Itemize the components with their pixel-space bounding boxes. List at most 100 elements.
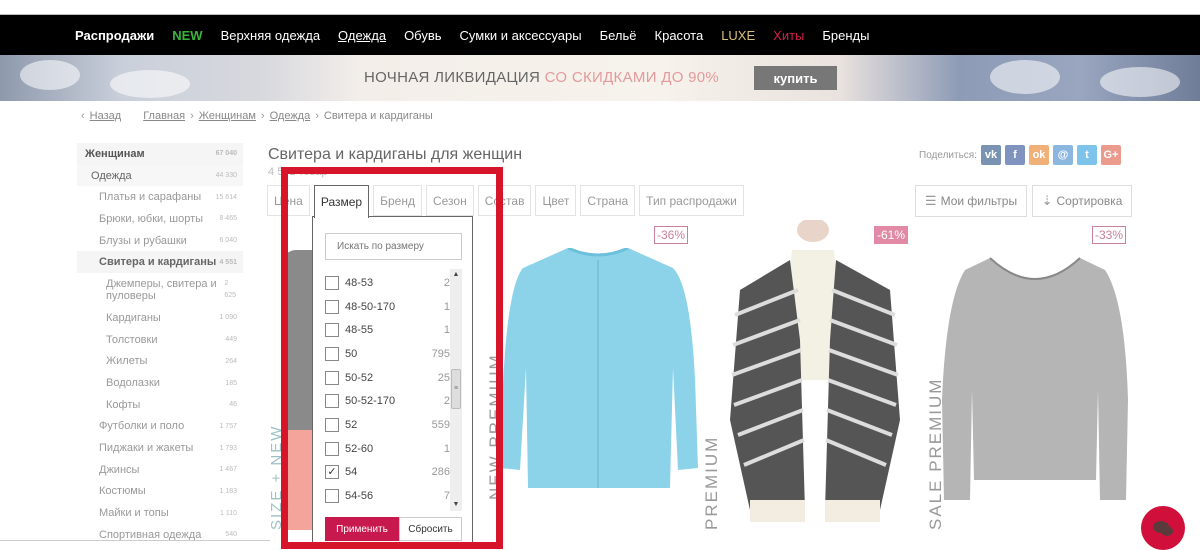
nav-item[interactable]: Бельё (600, 28, 637, 43)
sidebar-item-label: Кофты (106, 398, 141, 411)
apply-button[interactable]: Применить (325, 517, 399, 541)
product-card[interactable]: -33% SALE PREMIUM (920, 220, 1140, 540)
filter-tab[interactable]: Состав (477, 185, 532, 216)
sidebar-item[interactable]: Водолазки 185 (77, 372, 243, 394)
size-count: 1 (443, 324, 450, 337)
sidebar-item-label: Одежда (91, 169, 132, 182)
product-card[interactable]: -36% NEW PREMIUM (478, 220, 708, 540)
my-filters-button[interactable]: ☰ Мои фильтры (915, 185, 1027, 217)
product-label: SALE PREMIUM (926, 377, 945, 530)
nav-item[interactable]: Красота (655, 28, 704, 43)
reset-button[interactable]: Сбросить (399, 517, 462, 541)
sidebar-item[interactable]: Жилеты 264 (77, 351, 243, 373)
filter-tab[interactable]: Цвет (535, 185, 577, 216)
filter-tab[interactable]: Сезон (425, 185, 474, 216)
sidebar-item[interactable]: Майки и топы 1 110 (77, 502, 243, 524)
size-option[interactable]: 50 795 (325, 342, 450, 366)
nav-item[interactable]: Сумки и аксессуары (460, 28, 582, 43)
nav-item[interactable]: Распродажи (75, 28, 154, 43)
product-card[interactable]: -61% PREMIUM (700, 220, 920, 540)
sidebar-item[interactable]: Пиджаки и жакеты 1 793 (77, 437, 243, 459)
scroll-down-arrow-icon[interactable]: ▼ (450, 499, 462, 511)
filter-tab[interactable]: Страна (580, 185, 636, 216)
nav-item[interactable]: Бренды (822, 28, 869, 43)
odnoklassniki-icon[interactable]: ok (1029, 145, 1049, 165)
sidebar-item[interactable]: Брюки, юбки, шорты 8 465 (77, 208, 243, 230)
size-checkbox[interactable]: ✓ (325, 465, 339, 480)
nav-item[interactable]: LUXE (721, 28, 755, 43)
sort-button[interactable]: ⇣ Сортировка (1032, 185, 1132, 217)
my-filters-label: Мои фильтры (940, 194, 1018, 208)
buy-button[interactable]: купить (754, 66, 837, 90)
nav-item[interactable]: NEW (172, 28, 202, 43)
scroll-up-arrow-icon[interactable]: ▲ (450, 269, 462, 281)
sidebar-item-count: 44 330 (215, 172, 237, 180)
size-list-scrollbar[interactable]: ▲ ≡ ▼ (450, 269, 462, 511)
divider (0, 540, 270, 541)
twitter-icon[interactable]: t (1077, 145, 1097, 165)
back-link[interactable]: Назад (90, 110, 122, 122)
filter-tab[interactable]: Бренд (373, 185, 422, 216)
size-option[interactable]: 48-53 2 (325, 271, 450, 295)
filter-tab[interactable]: Тип распродажи (639, 185, 744, 216)
promo-banner[interactable]: НОЧНАЯ ЛИКВИДАЦИЯ СО СКИДКАМИ ДО 90% куп… (0, 55, 1200, 101)
sidebar-item[interactable]: Платья и сарафаны 15 614 (77, 186, 243, 208)
sidebar-item[interactable]: Джинсы 1 467 (77, 459, 243, 481)
sidebar-item[interactable]: Кофты 46 (77, 394, 243, 416)
size-checkbox[interactable] (325, 417, 339, 432)
sidebar-item[interactable]: Кардиганы 1 090 (77, 307, 243, 329)
size-option[interactable]: 52 559 (325, 413, 450, 437)
size-value: 52 (345, 418, 358, 431)
filter-tabs: Цена Размер Бренд Сезон Состав Цвет Страна Тип … (267, 185, 748, 218)
size-checkbox[interactable] (325, 346, 339, 361)
sidebar-item-label: Брюки, юбки, шорты (99, 212, 204, 225)
sidebar-item[interactable]: Костюмы 1 183 (77, 481, 243, 503)
size-option[interactable]: 50-52 25 (325, 366, 450, 390)
sidebar-item[interactable]: Блузы и рубашки 6 040 (77, 230, 243, 252)
breadcrumb-separator-icon: › (260, 110, 265, 122)
breadcrumb-clothing[interactable]: Одежда (270, 110, 311, 122)
scroll-thumb[interactable]: ≡ (451, 369, 461, 409)
sidebar-item-label: Водолазки (106, 377, 160, 390)
sidebar-item[interactable]: Толстовки 449 (77, 329, 243, 351)
moimir-icon[interactable]: @ (1053, 145, 1073, 165)
sidebar-item[interactable]: Футболки и поло 1 757 (77, 416, 243, 438)
size-option[interactable]: 48-50-170 1 (325, 295, 450, 319)
vk-icon[interactable]: vk (981, 145, 1001, 165)
size-checkbox[interactable] (325, 275, 339, 290)
size-option[interactable]: 54-56 7 (325, 484, 450, 508)
size-checkbox[interactable] (325, 441, 339, 456)
filter-tab[interactable]: Размер (313, 185, 370, 218)
nav-item[interactable]: Одежда (338, 28, 386, 43)
size-checkbox[interactable] (325, 370, 339, 385)
size-option[interactable]: 50-52-170 2 (325, 389, 450, 413)
breadcrumb-home[interactable]: Главная (143, 110, 185, 122)
facebook-icon[interactable]: f (1005, 145, 1025, 165)
sidebar-item[interactable]: Свитера и кардиганы 4 551 (77, 251, 243, 274)
size-option[interactable]: 48-55 1 (325, 318, 450, 342)
sidebar-item[interactable]: Спортивная одежда 540 (77, 524, 243, 546)
sidebar-item[interactable]: Женщинам 67 040 (77, 143, 243, 165)
googleplus-icon[interactable]: G+ (1101, 145, 1121, 165)
nav-item[interactable]: Верхняя одежда (221, 28, 320, 43)
size-checkbox[interactable] (325, 323, 339, 338)
back-chevron-icon[interactable]: ‹ (81, 110, 85, 122)
size-search-input[interactable] (325, 233, 462, 260)
nav-item[interactable]: Обувь (404, 28, 441, 43)
size-value: 48-55 (345, 324, 374, 337)
size-checkbox[interactable] (325, 299, 339, 314)
size-checkbox[interactable] (325, 394, 339, 409)
banner-decoration (990, 60, 1060, 94)
breadcrumb-women[interactable]: Женщинам (199, 110, 256, 122)
sidebar-item[interactable]: Джемперы, свитера и пуловеры 2 625 (77, 273, 243, 307)
sidebar-item[interactable]: Одежда 44 330 (77, 164, 243, 187)
size-option[interactable]: 52-60 1 (325, 437, 450, 461)
chat-icon (1153, 521, 1173, 536)
filter-tab[interactable]: Цена (267, 185, 310, 216)
nav-item[interactable]: Хиты (773, 28, 804, 43)
product-label: SIZE + NEW (268, 424, 285, 530)
chat-button[interactable] (1141, 506, 1185, 550)
product-card[interactable]: SIZE + NEW (268, 220, 312, 540)
size-option[interactable]: ✓ 54 286 (325, 461, 450, 485)
size-checkbox[interactable] (325, 489, 339, 504)
